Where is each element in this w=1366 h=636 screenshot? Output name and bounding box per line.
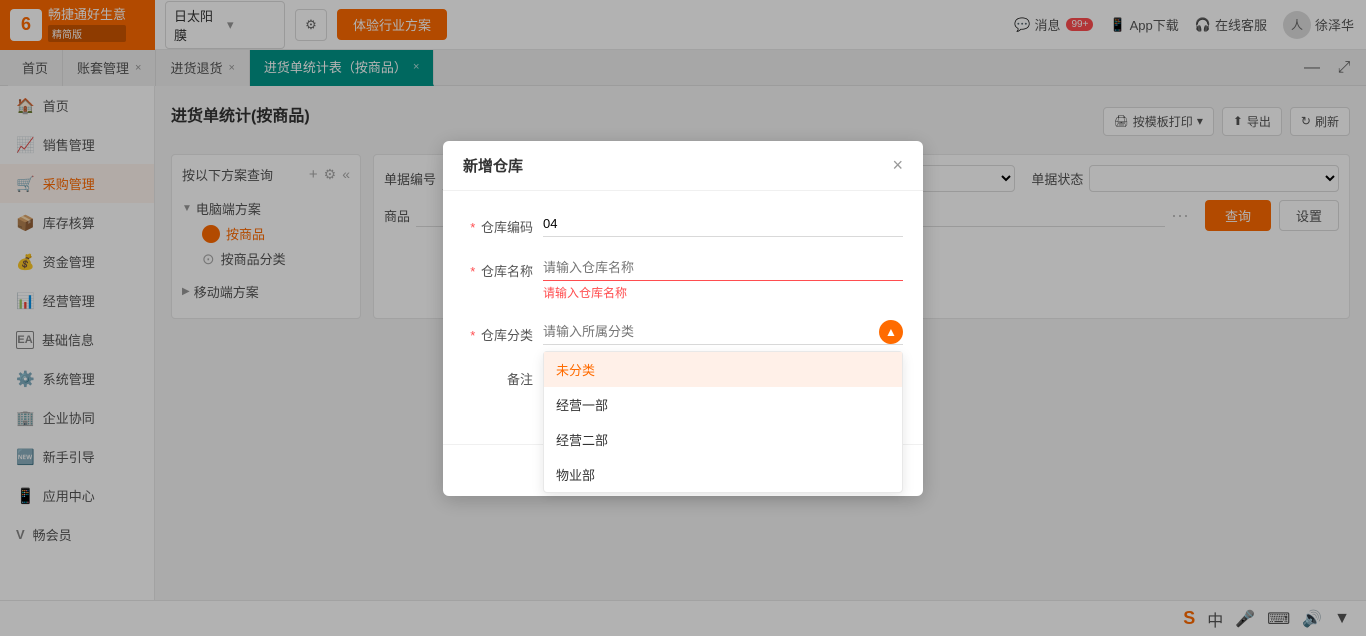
category-required-star: * xyxy=(470,328,475,343)
name-label: * 仓库名称 xyxy=(463,255,533,280)
code-label-text: 仓库编码 xyxy=(481,220,533,235)
category-option-0[interactable]: 未分类 xyxy=(544,352,902,387)
category-control: ▲ 未分类 经营一部 经营二部 物业部 xyxy=(543,319,903,345)
modal-name-row: * 仓库名称 请输入仓库名称 xyxy=(463,255,903,301)
code-required-star: * xyxy=(470,220,475,235)
name-input[interactable] xyxy=(543,255,903,281)
category-label: * 仓库分类 xyxy=(463,319,533,344)
code-label: * 仓库编码 xyxy=(463,211,533,236)
category-input[interactable] xyxy=(543,319,903,345)
code-control xyxy=(543,211,903,237)
name-error-msg: 请输入仓库名称 xyxy=(543,284,903,301)
name-required-star: * xyxy=(470,264,475,279)
category-option-1[interactable]: 经营一部 xyxy=(544,387,902,422)
modal-overlay[interactable]: 新增仓库 × * 仓库编码 * 仓库名称 xyxy=(0,0,1366,636)
remark-label-text: 备注 xyxy=(507,372,533,387)
category-label-text: 仓库分类 xyxy=(481,328,533,343)
category-option-3[interactable]: 物业部 xyxy=(544,457,902,492)
modal-code-row: * 仓库编码 xyxy=(463,211,903,237)
category-arrow[interactable]: ▲ xyxy=(879,320,903,344)
remark-label: 备注 xyxy=(463,363,533,388)
modal-close-icon[interactable]: × xyxy=(892,156,903,174)
modal-header: 新增仓库 × xyxy=(443,141,923,191)
name-control: 请输入仓库名称 xyxy=(543,255,903,301)
modal-title: 新增仓库 xyxy=(463,155,523,176)
code-input[interactable] xyxy=(543,211,903,237)
name-label-text: 仓库名称 xyxy=(481,264,533,279)
add-warehouse-modal: 新增仓库 × * 仓库编码 * 仓库名称 xyxy=(443,141,923,496)
modal-body: * 仓库编码 * 仓库名称 请输入仓库名称 xyxy=(443,191,923,444)
category-option-2[interactable]: 经营二部 xyxy=(544,422,902,457)
category-dropdown: 未分类 经营一部 经营二部 物业部 xyxy=(543,351,903,493)
modal-category-row: * 仓库分类 ▲ 未分类 经营一部 经营二部 物业部 xyxy=(463,319,903,345)
